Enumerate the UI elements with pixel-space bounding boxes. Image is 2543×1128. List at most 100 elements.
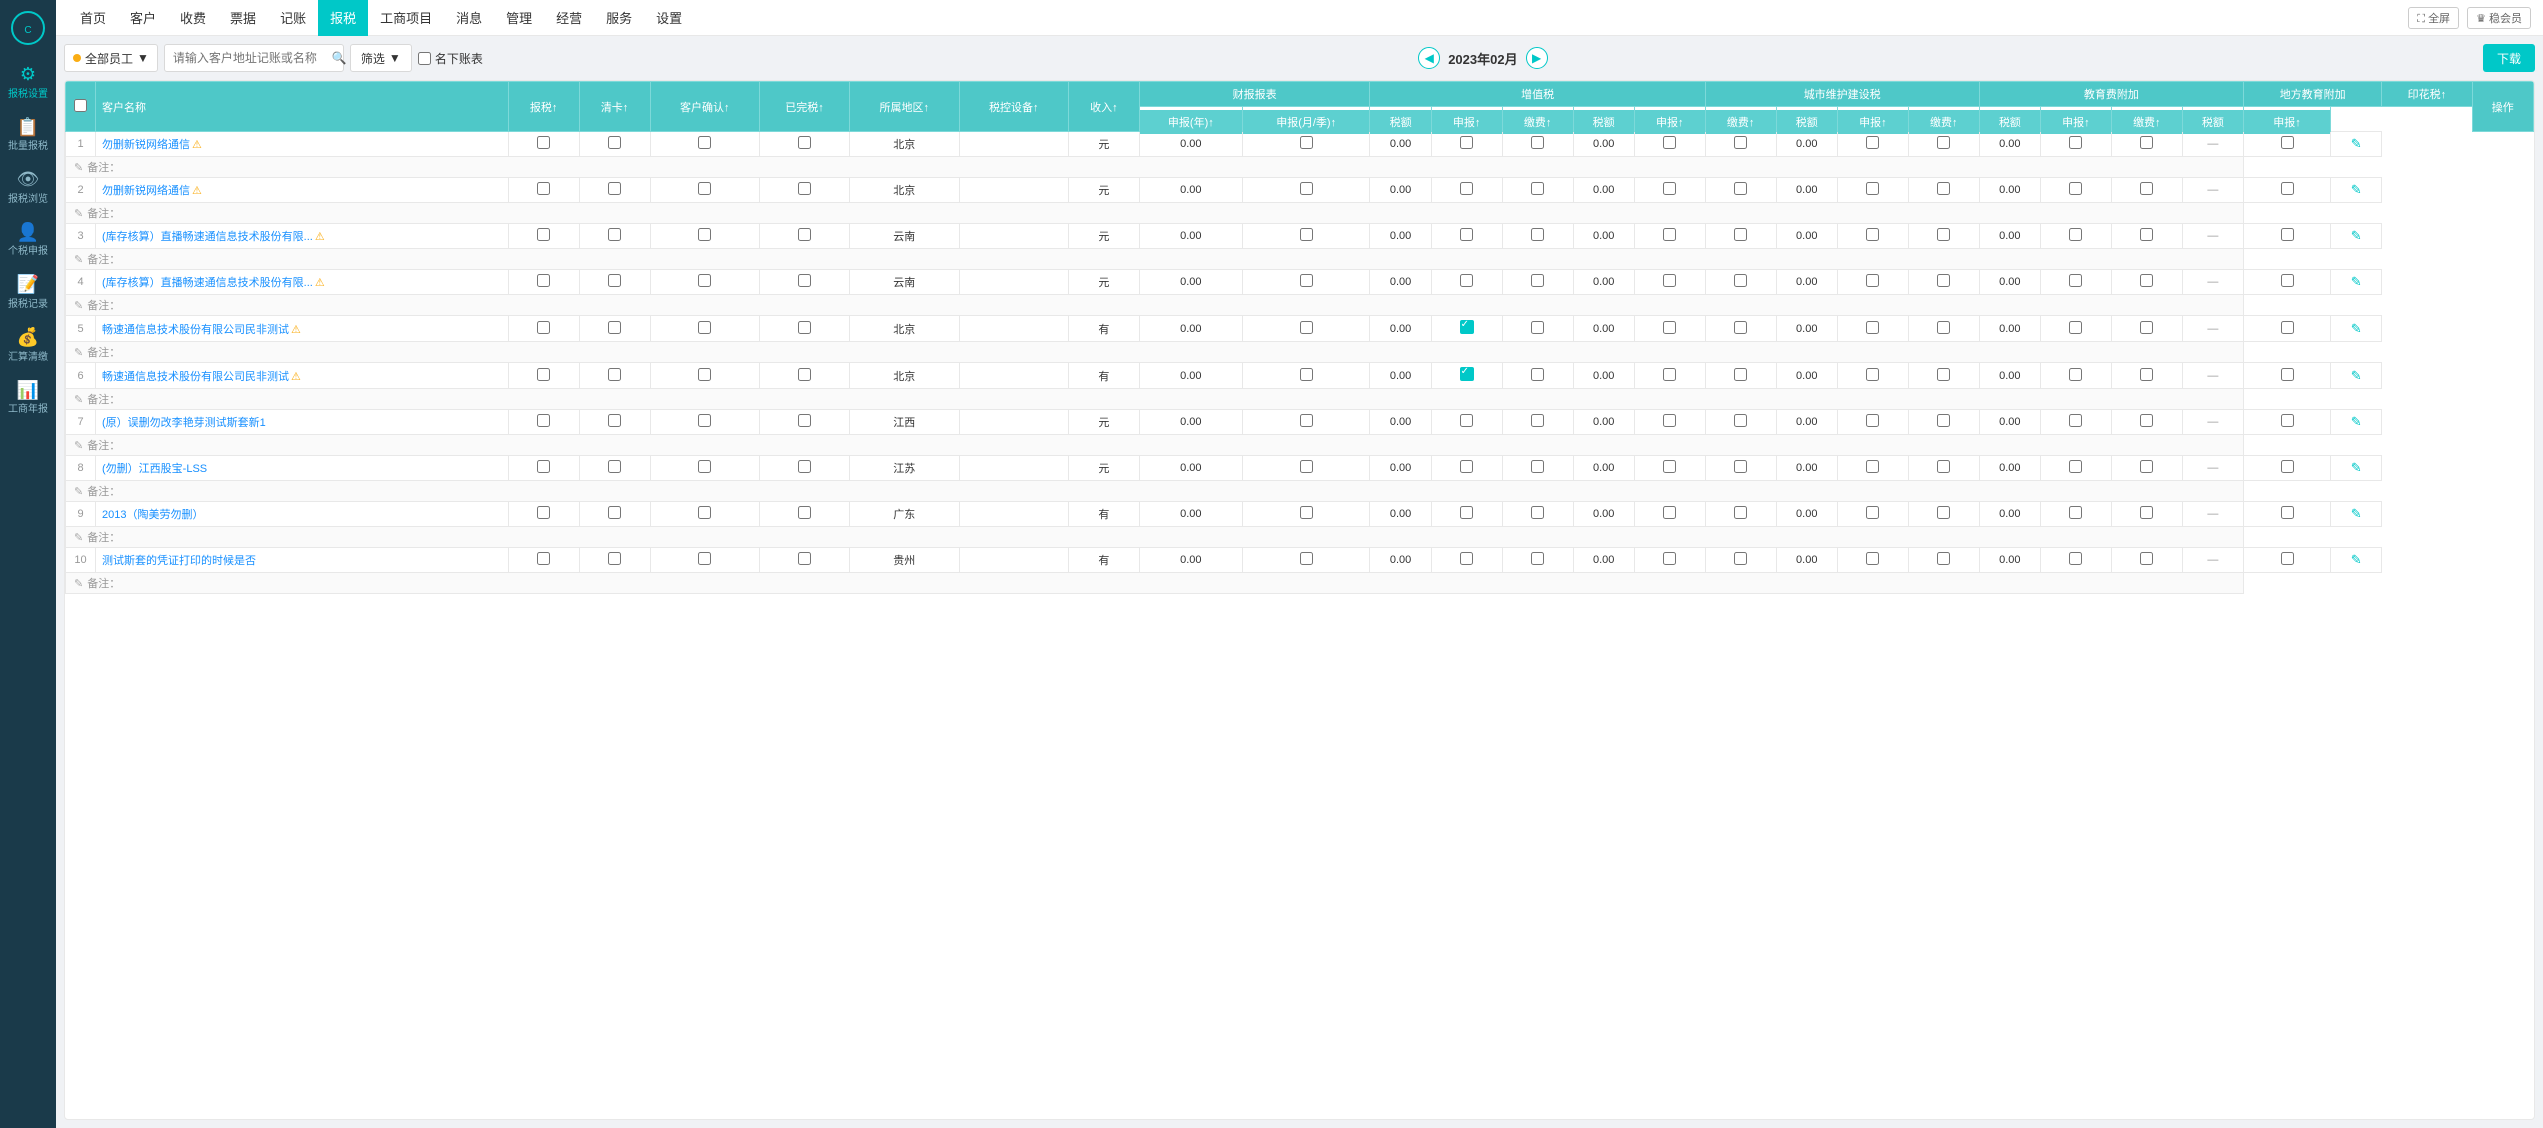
edu-report-cb[interactable] <box>1837 132 1908 157</box>
stamp-report-cb[interactable] <box>2244 178 2331 203</box>
checkbox[interactable] <box>698 274 711 287</box>
urban-report-cb[interactable] <box>1634 316 1705 342</box>
edu-report-cb[interactable] <box>1837 456 1908 481</box>
checkbox[interactable] <box>1734 182 1747 195</box>
checkbox[interactable] <box>1300 321 1313 334</box>
tax-table-wrapper[interactable]: 客户名称 报税↑ 清卡↑ 客户确认↑ 已完税↑ 所属地区↑ 税控设备↑ 收入↑ … <box>64 80 2535 1120</box>
vat-fee-cb[interactable] <box>1502 270 1573 295</box>
vat-report-cb[interactable] <box>1431 548 1502 573</box>
checkbox[interactable] <box>2140 228 2153 241</box>
clear-card-cb[interactable] <box>579 502 650 527</box>
urban-fee-cb[interactable] <box>1705 178 1776 203</box>
checkbox[interactable] <box>2281 506 2294 519</box>
tax-report-cb[interactable] <box>508 548 579 573</box>
checkbox[interactable] <box>608 414 621 427</box>
stamp-report-cb[interactable] <box>2244 270 2331 295</box>
checkbox[interactable] <box>1531 414 1544 427</box>
tax-report-cb[interactable] <box>508 410 579 435</box>
client-name[interactable]: 2013（陶美劳勿删） <box>102 509 203 521</box>
client-name[interactable]: 勿删新锐网络通信 <box>102 139 190 151</box>
edu-fee-cb[interactable] <box>1908 456 1979 481</box>
remark-pencil-icon[interactable]: ✎ <box>74 531 83 544</box>
nav-industry[interactable]: 工商项目 <box>368 0 444 36</box>
checkbox[interactable] <box>1866 552 1879 565</box>
checkbox[interactable] <box>608 552 621 565</box>
edu-report-cb[interactable] <box>1837 363 1908 389</box>
local-fee-cb[interactable] <box>2111 502 2182 527</box>
local-report-cb[interactable] <box>2040 410 2111 435</box>
stamp-report-cb[interactable] <box>2244 410 2331 435</box>
checkbox[interactable] <box>1531 460 1544 473</box>
checkbox[interactable] <box>1300 414 1313 427</box>
checkbox[interactable] <box>698 460 711 473</box>
local-fee-cb[interactable] <box>2111 316 2182 342</box>
client-name[interactable]: 勿删新锐网络通信 <box>102 185 190 197</box>
urban-fee-cb[interactable] <box>1705 316 1776 342</box>
urban-fee-cb[interactable] <box>1705 224 1776 249</box>
sidebar-item-tax-settings[interactable]: ⚙ 报税设置 <box>0 56 56 109</box>
checkbox[interactable] <box>1937 321 1950 334</box>
paid-cb[interactable] <box>759 410 849 435</box>
stamp-report-cb[interactable] <box>2244 363 2331 389</box>
checkbox[interactable] <box>537 321 550 334</box>
edit-icon[interactable]: ✎ <box>2351 182 2362 197</box>
checkbox[interactable] <box>1460 136 1473 149</box>
checkbox[interactable] <box>1734 321 1747 334</box>
remark-pencil-icon[interactable]: ✎ <box>74 346 83 359</box>
checkbox[interactable] <box>2069 552 2082 565</box>
checkbox[interactable] <box>537 274 550 287</box>
paid-cb[interactable] <box>759 502 849 527</box>
urban-report-cb[interactable] <box>1634 270 1705 295</box>
checkbox[interactable] <box>1734 414 1747 427</box>
paid-cb[interactable] <box>759 363 849 389</box>
name-tag-checkbox-group[interactable]: 名下账表 <box>418 50 483 67</box>
checkbox[interactable] <box>1531 136 1544 149</box>
client-confirm-cb[interactable] <box>650 132 759 157</box>
urban-report-cb[interactable] <box>1634 410 1705 435</box>
sidebar-item-batch-tax[interactable]: 📋 批量报税 <box>0 109 56 162</box>
checkbox[interactable] <box>537 136 550 149</box>
remark-pencil-icon[interactable]: ✎ <box>74 253 83 266</box>
edu-report-cb[interactable] <box>1837 548 1908 573</box>
checkbox[interactable] <box>2140 182 2153 195</box>
remark-pencil-icon[interactable]: ✎ <box>74 439 83 452</box>
checkbox[interactable] <box>1300 506 1313 519</box>
checkbox[interactable] <box>698 552 711 565</box>
checkbox[interactable] <box>1663 460 1676 473</box>
local-fee-cb[interactable] <box>2111 410 2182 435</box>
vat-fee-cb[interactable] <box>1502 316 1573 342</box>
checkbox[interactable] <box>798 228 811 241</box>
checkbox[interactable] <box>537 506 550 519</box>
clear-card-cb[interactable] <box>579 410 650 435</box>
sidebar-item-annual-report[interactable]: 📊 工商年报 <box>0 372 56 425</box>
local-fee-cb[interactable] <box>2111 456 2182 481</box>
checkbox[interactable] <box>608 228 621 241</box>
checkbox[interactable] <box>1460 182 1473 195</box>
checkbox[interactable] <box>798 414 811 427</box>
action-cell[interactable]: ✎ <box>2331 410 2382 435</box>
vat-fee-cb[interactable] <box>1502 224 1573 249</box>
nav-tax[interactable]: 报税 <box>318 0 368 36</box>
clear-card-cb[interactable] <box>579 178 650 203</box>
checkbox[interactable] <box>1734 274 1747 287</box>
clear-card-cb[interactable] <box>579 363 650 389</box>
edit-icon[interactable]: ✎ <box>2351 368 2362 383</box>
sidebar-item-personal-tax[interactable]: 👤 个税申报 <box>0 214 56 267</box>
edit-icon[interactable]: ✎ <box>2351 321 2362 336</box>
client-confirm-cb[interactable] <box>650 316 759 342</box>
edu-fee-cb[interactable] <box>1908 502 1979 527</box>
checkbox[interactable] <box>2069 414 2082 427</box>
checkbox[interactable] <box>2140 460 2153 473</box>
local-report-cb[interactable] <box>2040 456 2111 481</box>
sidebar-item-summary[interactable]: 💰 汇算清缴 <box>0 319 56 372</box>
checkbox[interactable] <box>1460 460 1473 473</box>
filter-button[interactable]: 筛选 ▼ <box>350 44 412 72</box>
local-report-cb[interactable] <box>2040 316 2111 342</box>
checkbox[interactable] <box>798 506 811 519</box>
vat-report-cb[interactable] <box>1431 363 1502 389</box>
fin-month-cb[interactable] <box>1242 502 1370 527</box>
client-name[interactable]: 畅速通信息技术股份有限公司民非测试 <box>102 371 289 383</box>
checkbox[interactable] <box>698 506 711 519</box>
fullscreen-button[interactable]: ⛶ 全屏 <box>2408 7 2459 29</box>
sidebar-item-tax-view[interactable]: 👁 报税浏览 <box>0 161 56 214</box>
